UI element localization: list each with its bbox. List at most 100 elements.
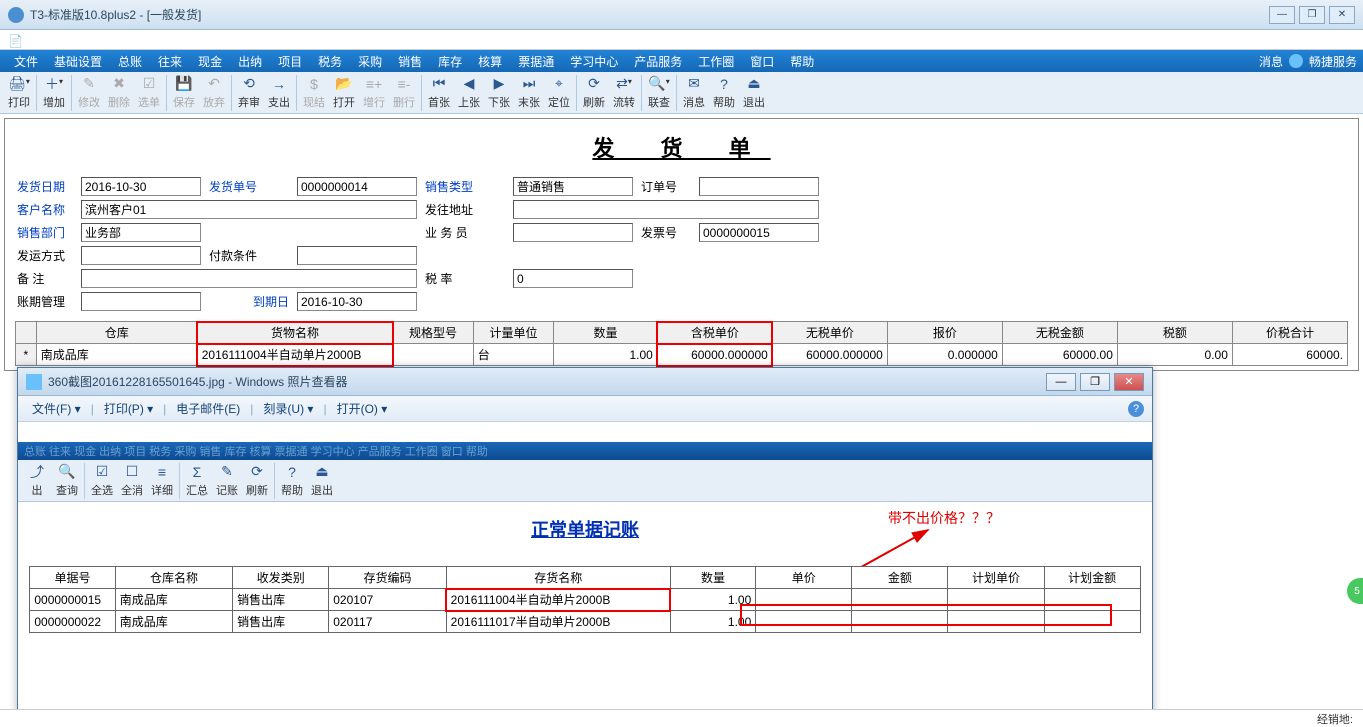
toolbar-全选[interactable]: ☑全选 <box>87 462 117 500</box>
menu-learn[interactable]: 学习中心 <box>562 53 626 70</box>
弃审-icon: ⟲ <box>241 76 257 92</box>
toolbar-label: 退出 <box>311 482 333 498</box>
minimize-button[interactable]: — <box>1269 6 1295 24</box>
toolbar-全消[interactable]: ☐全消 <box>117 462 147 500</box>
icell-no: 0000000022 <box>30 611 115 633</box>
photo-menu-print[interactable]: 打印(P) ▾ <box>98 400 159 417</box>
input-taxrate[interactable]: 0 <box>513 269 633 288</box>
toolbar-退出[interactable]: ⏏退出 <box>739 74 769 112</box>
menu-help[interactable]: 帮助 <box>782 53 822 70</box>
input-period[interactable] <box>81 292 201 311</box>
menu-file[interactable]: 文件 <box>6 53 46 70</box>
toolbar-流转[interactable]: ⇄▾流转 <box>609 74 639 112</box>
toolbar-帮助[interactable]: ?帮助 <box>709 74 739 112</box>
toolbar-末张[interactable]: ⏭末张 <box>514 74 544 112</box>
input-date[interactable]: 2016-10-30 <box>81 177 201 196</box>
toolbar-打印[interactable]: 🖨▾打印 <box>4 74 34 112</box>
input-staff[interactable] <box>513 223 633 242</box>
toolbar-下张[interactable]: ▶下张 <box>484 74 514 112</box>
toolbar-详细[interactable]: ≡详细 <box>147 462 177 500</box>
photo-menu-file[interactable]: 文件(F) ▾ <box>26 400 87 417</box>
toolbar-支出[interactable]: →支出 <box>264 74 294 112</box>
icol-type: 收发类别 <box>233 567 329 589</box>
menu-cash[interactable]: 现金 <box>190 53 230 70</box>
icell-pup <box>948 611 1044 633</box>
cell-taxup[interactable]: 60000.000000 <box>657 344 772 366</box>
photo-menu-burn[interactable]: 刻录(U) ▾ <box>257 400 319 417</box>
input-no[interactable]: 0000000014 <box>297 177 417 196</box>
toolbar-定位[interactable]: ⌖定位 <box>544 74 574 112</box>
toolbar-记账[interactable]: ✎记账 <box>212 462 242 500</box>
input-customer[interactable]: 滨州客户01 <box>81 200 417 219</box>
menu-costing[interactable]: 核算 <box>470 53 510 70</box>
cell-wh[interactable]: 南成品库 <box>36 344 197 366</box>
photo-close-button[interactable]: ✕ <box>1114 373 1144 391</box>
cell-qty[interactable]: 1.00 <box>554 344 658 366</box>
maximize-button[interactable]: ❐ <box>1299 6 1325 24</box>
toolbar-退出[interactable]: ⏏退出 <box>307 462 337 500</box>
label-invoice: 发票号 <box>641 224 691 241</box>
menu-project[interactable]: 项目 <box>270 53 310 70</box>
icell-code: 020117 <box>329 611 446 633</box>
icell-type: 销售出库 <box>233 589 329 611</box>
table-row[interactable]: * 南成品库 2016111004半自动单片2000B 台 1.00 60000… <box>16 344 1348 366</box>
toolbar-联查[interactable]: 🔍▾联查 <box>644 74 674 112</box>
menu-service[interactable]: 产品服务 <box>626 53 690 70</box>
input-remark[interactable] <box>81 269 417 288</box>
cell-quote[interactable]: 0.000000 <box>887 344 1002 366</box>
photo-menu-email[interactable]: 电子邮件(E) <box>170 400 246 417</box>
toolbar-汇总[interactable]: Σ汇总 <box>182 462 212 500</box>
toolbar-刷新[interactable]: ⟳刷新 <box>579 74 609 112</box>
menu-workgroup[interactable]: 工作圈 <box>690 53 742 70</box>
inner-table-row[interactable]: 0000000015 南成品库 销售出库 020107 2016111004半自… <box>30 589 1140 611</box>
全选-icon: ☑ <box>94 464 110 480</box>
menu-message[interactable]: 消息 <box>1259 53 1283 70</box>
cell-unit[interactable]: 台 <box>473 344 554 366</box>
cell-spec[interactable] <box>393 344 474 366</box>
cell-notaxup[interactable]: 60000.000000 <box>772 344 887 366</box>
cell-notaxamt[interactable]: 60000.00 <box>1002 344 1117 366</box>
cell-total[interactable]: 60000. <box>1232 344 1347 366</box>
toolbar-首张[interactable]: ⏮首张 <box>424 74 454 112</box>
menu-ar[interactable]: 往来 <box>150 53 190 70</box>
photo-menu-open[interactable]: 打开(O) ▾ <box>331 400 394 417</box>
menu-right-service[interactable]: 畅捷服务 <box>1309 53 1357 70</box>
menu-purchase[interactable]: 采购 <box>350 53 390 70</box>
toolbar-查询[interactable]: 🔍查询 <box>52 462 82 500</box>
cell-name[interactable]: 2016111004半自动单片2000B <box>197 344 393 366</box>
photo-maximize-button[interactable]: ❐ <box>1080 373 1110 391</box>
toolbar-帮助[interactable]: ?帮助 <box>277 462 307 500</box>
toolbar-上张[interactable]: ◀上张 <box>454 74 484 112</box>
toolbar-label: 消息 <box>683 94 705 110</box>
toolbar-出[interactable]: ⤴出 <box>22 462 52 500</box>
input-ship[interactable] <box>81 246 201 265</box>
input-order[interactable] <box>699 177 819 196</box>
input-dept[interactable]: 业务部 <box>81 223 201 242</box>
cell-tax[interactable]: 0.00 <box>1117 344 1232 366</box>
toolbar-弃审[interactable]: ⟲弃审 <box>234 74 264 112</box>
input-duedate[interactable]: 2016-10-30 <box>297 292 417 311</box>
photo-title: 360截图20161228165501645.jpg - Windows 照片查… <box>48 373 348 390</box>
menu-basic[interactable]: 基础设置 <box>46 53 110 70</box>
inner-table-row[interactable]: 0000000022 南成品库 销售出库 020117 2016111017半自… <box>30 611 1140 633</box>
toolbar-消息[interactable]: ✉消息 <box>679 74 709 112</box>
menu-bill[interactable]: 票据通 <box>510 53 562 70</box>
menu-treasury[interactable]: 出纳 <box>230 53 270 70</box>
photo-minimize-button[interactable]: — <box>1046 373 1076 391</box>
menu-gl[interactable]: 总账 <box>110 53 150 70</box>
menu-sales[interactable]: 销售 <box>390 53 430 70</box>
toolbar-刷新[interactable]: ⟳刷新 <box>242 462 272 500</box>
close-button[interactable]: ✕ <box>1329 6 1355 24</box>
input-payterm[interactable] <box>297 246 417 265</box>
toolbar-增加[interactable]: ＋▾增加 <box>39 74 69 112</box>
input-address[interactable] <box>513 200 819 219</box>
menu-tax[interactable]: 税务 <box>310 53 350 70</box>
label-customer: 客户名称 <box>17 201 73 218</box>
input-saletype[interactable]: 普通销售 <box>513 177 633 196</box>
col-unit: 计量单位 <box>473 322 554 344</box>
input-invoice[interactable]: 0000000015 <box>699 223 819 242</box>
menu-window[interactable]: 窗口 <box>742 53 782 70</box>
photo-help-icon[interactable]: ? <box>1128 401 1144 417</box>
menu-inventory[interactable]: 库存 <box>430 53 470 70</box>
toolbar-打开[interactable]: 📂打开 <box>329 74 359 112</box>
